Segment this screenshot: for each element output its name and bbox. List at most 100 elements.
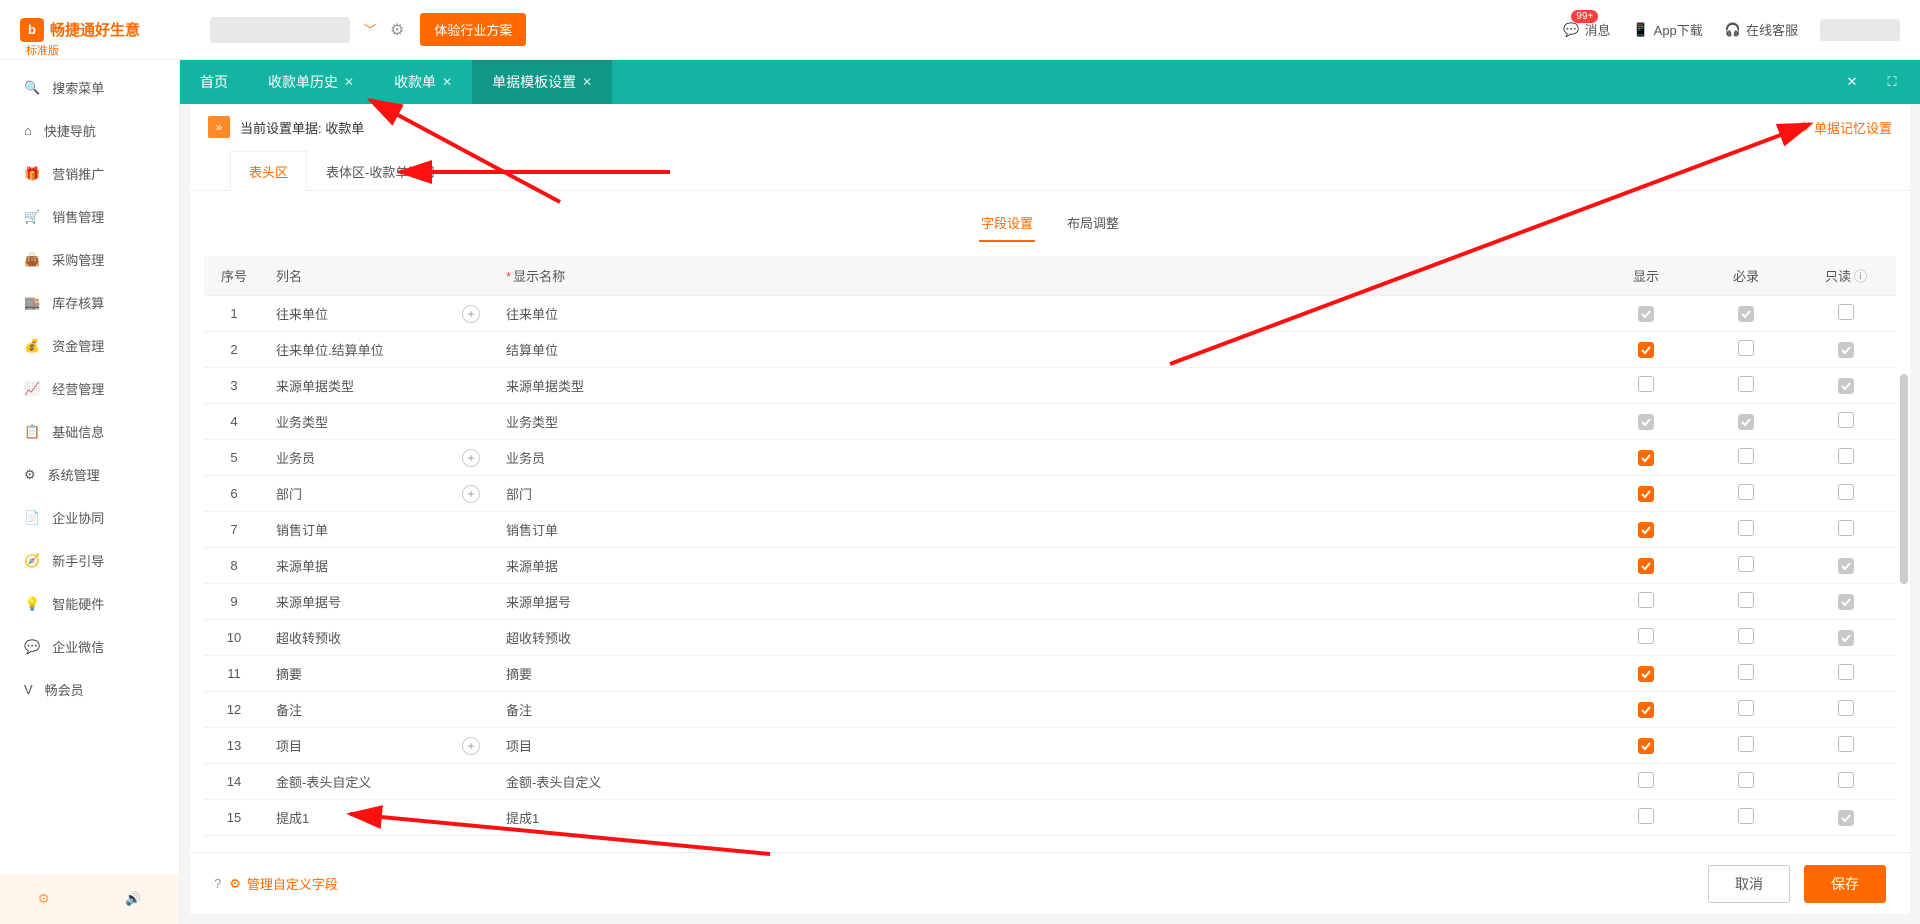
settings-icon[interactable]: ⚙ <box>38 891 50 907</box>
fullscreen-icon[interactable]: ⛶ <box>1876 66 1908 98</box>
sidebar-item-wechat[interactable]: 💬企业微信 <box>0 625 179 668</box>
close-icon[interactable]: ✕ <box>582 75 592 89</box>
checkbox[interactable] <box>1638 666 1654 682</box>
checkbox[interactable] <box>1838 736 1854 752</box>
checkbox[interactable] <box>1838 664 1854 680</box>
gear-icon[interactable]: ⚙ <box>390 20 404 40</box>
messages-button[interactable]: 💬 消息 99+ <box>1563 20 1610 39</box>
tab-收款单[interactable]: 收款单✕ <box>374 60 472 104</box>
plus-icon[interactable]: + <box>462 449 480 467</box>
online-service-button[interactable]: 🎧 在线客服 <box>1725 20 1798 39</box>
tab-单据模板设置[interactable]: 单据模板设置✕ <box>472 60 612 104</box>
close-all-icon[interactable]: ✕ <box>1836 66 1868 98</box>
checkbox[interactable] <box>1738 628 1754 644</box>
cell-display[interactable]: 来源单据 <box>494 548 1596 584</box>
checkbox[interactable] <box>1738 664 1754 680</box>
checkbox[interactable] <box>1638 486 1654 502</box>
plus-icon[interactable]: + <box>462 737 480 755</box>
checkbox[interactable] <box>1738 736 1754 752</box>
checkbox[interactable] <box>1638 414 1654 430</box>
checkbox[interactable] <box>1638 450 1654 466</box>
sub-tab[interactable]: 字段设置 <box>979 205 1035 242</box>
org-selector[interactable] <box>210 17 350 43</box>
cancel-button[interactable]: 取消 <box>1708 865 1790 903</box>
sidebar-item-hw[interactable]: 💡智能硬件 <box>0 582 179 625</box>
checkbox[interactable] <box>1838 558 1854 574</box>
checkbox[interactable] <box>1738 414 1754 430</box>
tab-首页[interactable]: 首页 <box>180 60 248 104</box>
cell-display[interactable]: 业务类型 <box>494 404 1596 440</box>
manage-custom-fields-link[interactable]: ⚙ 管理自定义字段 <box>229 874 338 893</box>
checkbox[interactable] <box>1738 556 1754 572</box>
checkbox[interactable] <box>1638 376 1654 392</box>
checkbox[interactable] <box>1738 484 1754 500</box>
checkbox[interactable] <box>1638 592 1654 608</box>
checkbox[interactable] <box>1738 592 1754 608</box>
plus-icon[interactable]: + <box>462 485 480 503</box>
help-icon[interactable]: ? <box>214 876 221 891</box>
checkbox[interactable] <box>1838 772 1854 788</box>
area-tab[interactable]: 表体区-收款单明细 <box>307 151 453 191</box>
area-tab[interactable]: 表头区 <box>230 151 307 191</box>
checkbox[interactable] <box>1838 378 1854 394</box>
cell-display[interactable]: 部门 <box>494 476 1596 512</box>
checkbox[interactable] <box>1638 808 1654 824</box>
sidebar-item-gift[interactable]: 🎁营销推广 <box>0 152 179 195</box>
cell-display[interactable]: 往来单位 <box>494 296 1596 332</box>
cell-display[interactable]: 金额-表头自定义 <box>494 764 1596 800</box>
checkbox[interactable] <box>1838 520 1854 536</box>
cell-display[interactable]: 摘要 <box>494 656 1596 692</box>
app-download-button[interactable]: 📱 App下载 <box>1632 20 1702 39</box>
experience-button[interactable]: 体验行业方案 <box>420 13 526 46</box>
sidebar-item-sys[interactable]: ⚙系统管理 <box>0 453 179 496</box>
sidebar-item-search[interactable]: 🔍搜索菜单 <box>0 66 179 109</box>
checkbox[interactable] <box>1838 700 1854 716</box>
sidebar-item-vip[interactable]: V畅会员 <box>0 668 179 711</box>
checkbox[interactable] <box>1638 702 1654 718</box>
checkbox[interactable] <box>1638 522 1654 538</box>
checkbox[interactable] <box>1838 594 1854 610</box>
checkbox[interactable] <box>1638 628 1654 644</box>
cell-display[interactable]: 来源单据类型 <box>494 368 1596 404</box>
cell-display[interactable]: 销售订单 <box>494 512 1596 548</box>
checkbox[interactable] <box>1738 808 1754 824</box>
checkbox[interactable] <box>1738 306 1754 322</box>
checkbox[interactable] <box>1638 306 1654 322</box>
chevron-down-icon[interactable]: ﹀ <box>364 21 376 38</box>
sidebar-item-enterprise[interactable]: 📄企业协同 <box>0 496 179 539</box>
checkbox[interactable] <box>1838 304 1854 320</box>
cell-display[interactable]: 项目 <box>494 728 1596 764</box>
checkbox[interactable] <box>1838 810 1854 826</box>
cell-display[interactable]: 提成1 <box>494 800 1596 836</box>
checkbox[interactable] <box>1838 342 1854 358</box>
sidebar-item-home[interactable]: ⌂快捷导航 <box>0 109 179 152</box>
checkbox[interactable] <box>1738 520 1754 536</box>
plus-icon[interactable]: + <box>462 305 480 323</box>
memory-settings-button[interactable]: ⚙ 单据记忆设置 <box>1798 118 1892 137</box>
sidebar-item-money[interactable]: 💰资金管理 <box>0 324 179 367</box>
checkbox[interactable] <box>1638 772 1654 788</box>
sidebar-item-guide[interactable]: 🧭新手引导 <box>0 539 179 582</box>
checkbox[interactable] <box>1838 630 1854 646</box>
sidebar-item-stock[interactable]: 🏬库存核算 <box>0 281 179 324</box>
scrollbar[interactable] <box>1900 374 1908 584</box>
cell-display[interactable]: 超收转预收 <box>494 620 1596 656</box>
sidebar-item-cart[interactable]: 🛒销售管理 <box>0 195 179 238</box>
cell-display[interactable]: 备注 <box>494 692 1596 728</box>
cell-display[interactable]: 结算单位 <box>494 332 1596 368</box>
sidebar-item-info[interactable]: 📋基础信息 <box>0 410 179 453</box>
checkbox[interactable] <box>1638 738 1654 754</box>
checkbox[interactable] <box>1838 484 1854 500</box>
checkbox[interactable] <box>1838 412 1854 428</box>
tab-收款单历史[interactable]: 收款单历史✕ <box>248 60 374 104</box>
checkbox[interactable] <box>1738 700 1754 716</box>
collapse-toggle-icon[interactable]: » <box>208 116 230 138</box>
sidebar-item-bag[interactable]: 👜采购管理 <box>0 238 179 281</box>
checkbox[interactable] <box>1638 342 1654 358</box>
sound-icon[interactable]: 🔊 <box>125 891 141 907</box>
checkbox[interactable] <box>1838 448 1854 464</box>
user-menu[interactable] <box>1820 19 1900 41</box>
sub-tab[interactable]: 布局调整 <box>1065 205 1121 242</box>
close-icon[interactable]: ✕ <box>442 75 452 89</box>
cell-display[interactable]: 业务员 <box>494 440 1596 476</box>
